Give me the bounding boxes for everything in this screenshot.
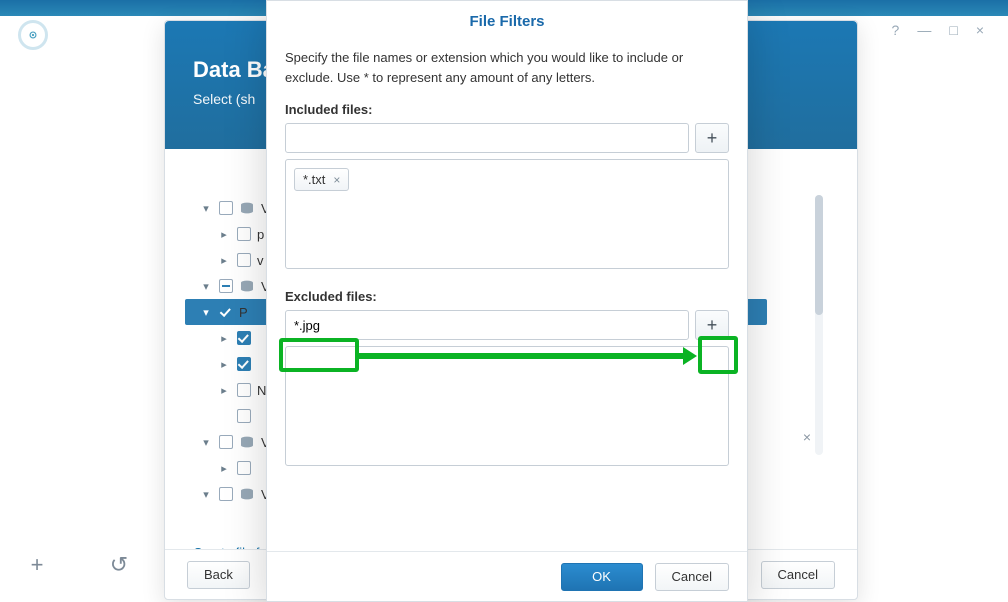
maximize-icon[interactable]: □ xyxy=(949,22,957,38)
expand-arrow-icon[interactable]: ▾ xyxy=(199,488,213,501)
file-filters-dialog: File Filters Specify the file names or e… xyxy=(266,0,748,602)
window-close-icon[interactable]: × xyxy=(976,22,984,38)
wizard-cancel-button[interactable]: Cancel xyxy=(761,561,835,589)
dialog-description: Specify the file names or extension whic… xyxy=(285,48,729,88)
expand-arrow-icon[interactable]: ▸ xyxy=(217,384,231,397)
checkbox[interactable] xyxy=(237,409,251,423)
expand-arrow-icon[interactable]: ▸ xyxy=(217,228,231,241)
tree-scrollbar[interactable] xyxy=(815,195,823,455)
checkbox[interactable] xyxy=(219,279,233,293)
tag-remove-icon[interactable]: × xyxy=(333,173,340,187)
checkbox[interactable] xyxy=(237,331,251,345)
app-launcher-icon[interactable] xyxy=(18,20,48,50)
checkbox[interactable] xyxy=(219,435,233,449)
included-add-button[interactable]: + xyxy=(695,123,729,153)
cancel-button[interactable]: Cancel xyxy=(655,563,729,591)
expand-arrow-icon[interactable]: ▾ xyxy=(199,436,213,449)
expand-arrow-icon[interactable]: ▾ xyxy=(199,280,213,293)
expand-arrow-icon[interactable]: ▸ xyxy=(217,462,231,475)
tag-label: *.txt xyxy=(303,172,325,187)
included-files-input[interactable] xyxy=(285,123,689,153)
tree-item-label: N xyxy=(257,383,266,398)
minimize-icon[interactable]: — xyxy=(917,22,931,38)
window-controls: ? — □ × xyxy=(892,22,984,38)
expand-arrow-icon[interactable]: ▸ xyxy=(217,332,231,345)
excluded-add-button[interactable]: + xyxy=(695,310,729,340)
dialog-footer: OK Cancel xyxy=(267,551,747,601)
checkbox[interactable] xyxy=(219,305,233,319)
dialog-title: File Filters xyxy=(267,1,747,38)
tree-panel-close-icon[interactable]: × xyxy=(803,429,811,445)
ok-button[interactable]: OK xyxy=(561,563,643,591)
tree-scroll-thumb[interactable] xyxy=(815,195,823,315)
checkbox[interactable] xyxy=(219,487,233,501)
expand-arrow-icon[interactable]: ▸ xyxy=(217,254,231,267)
help-icon[interactable]: ? xyxy=(892,22,900,38)
excluded-files-input[interactable] xyxy=(285,310,689,340)
checkbox[interactable] xyxy=(237,357,251,371)
tree-item-label: p xyxy=(257,227,264,242)
included-files-label: Included files: xyxy=(285,102,729,117)
tree-item-label: P xyxy=(239,305,248,320)
excluded-files-tags[interactable] xyxy=(285,346,729,466)
expand-arrow-icon[interactable]: ▾ xyxy=(199,306,213,319)
checkbox[interactable] xyxy=(237,227,251,241)
history-icon[interactable]: ↺ xyxy=(104,550,134,580)
back-button[interactable]: Back xyxy=(187,561,250,589)
checkbox[interactable] xyxy=(237,253,251,267)
tree-item-label: v xyxy=(257,253,264,268)
add-icon[interactable]: + xyxy=(22,550,52,580)
checkbox[interactable] xyxy=(219,201,233,215)
expand-arrow-icon[interactable]: ▸ xyxy=(217,358,231,371)
checkbox[interactable] xyxy=(237,461,251,475)
side-toolbar: + ↺ xyxy=(22,550,134,580)
filter-tag[interactable]: *.txt × xyxy=(294,168,349,191)
expand-arrow-icon[interactable]: ▾ xyxy=(199,202,213,215)
included-files-tags[interactable]: *.txt × xyxy=(285,159,729,269)
excluded-files-label: Excluded files: xyxy=(285,289,729,304)
checkbox[interactable] xyxy=(237,383,251,397)
